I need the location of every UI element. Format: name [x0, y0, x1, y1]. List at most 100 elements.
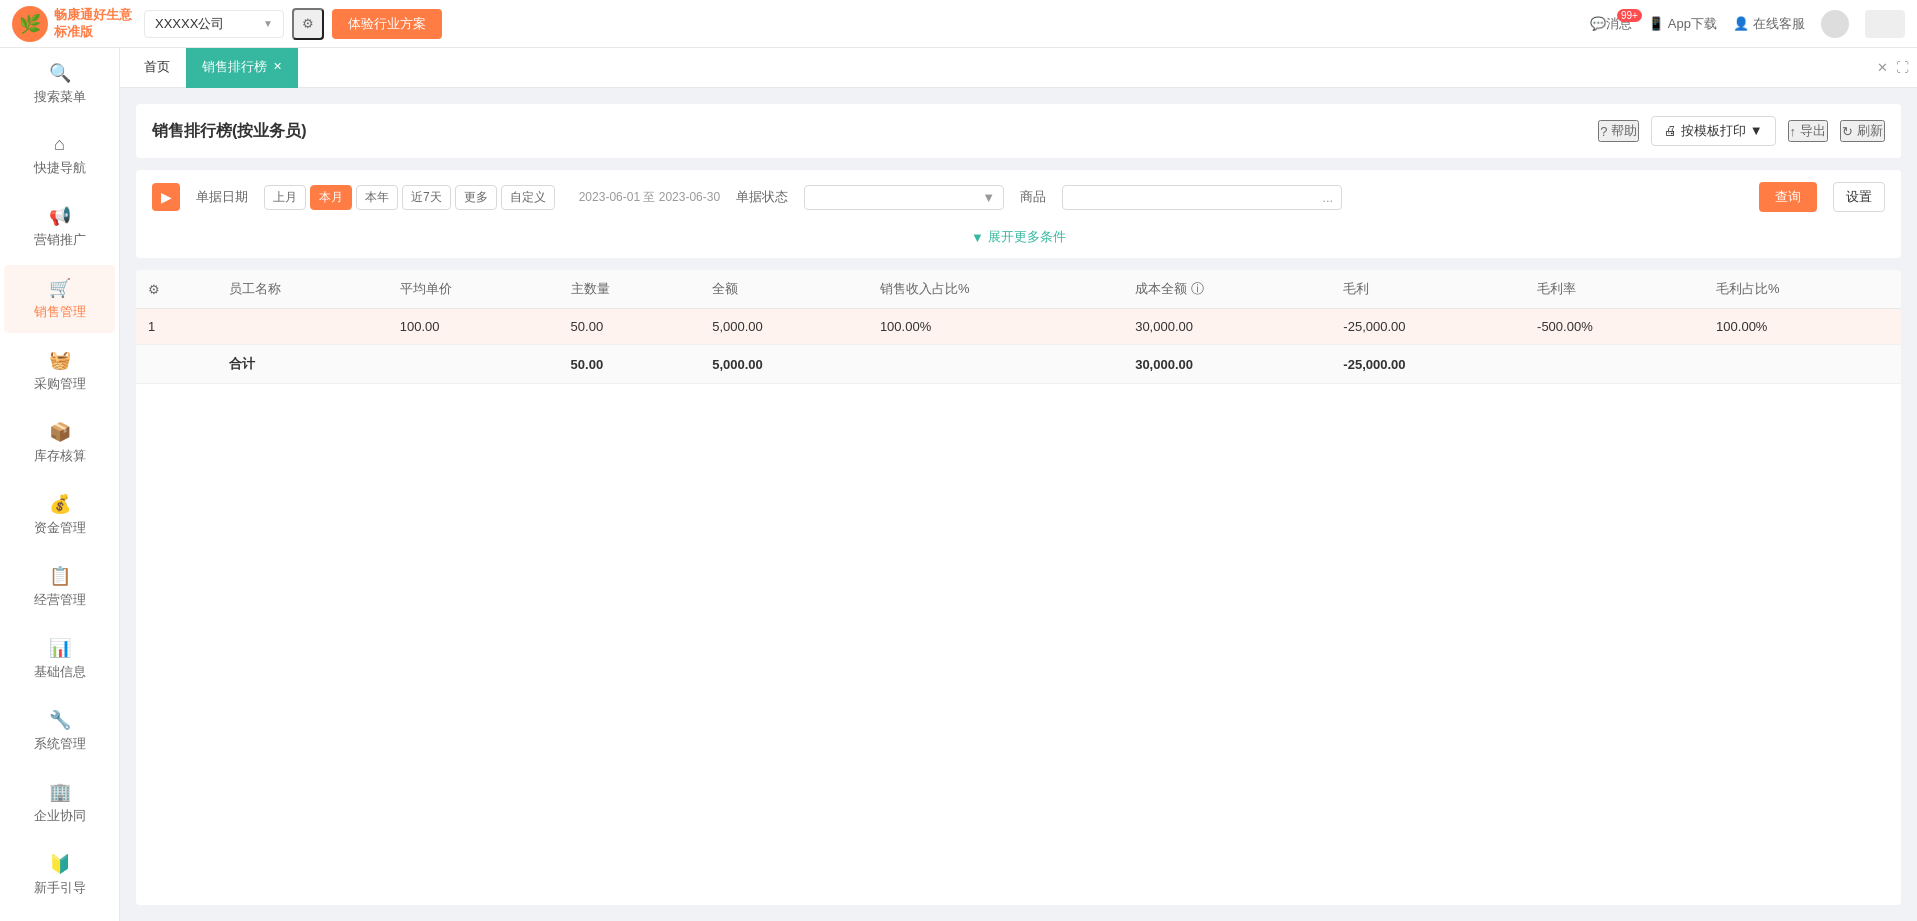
date-filter-group: 上月 本月 本年 近7天 更多 自定义	[264, 185, 555, 210]
help-btn[interactable]: ? 帮助	[1598, 120, 1639, 142]
notification-badge: 99+	[1617, 9, 1642, 22]
expand-conditions-btn[interactable]: ▼ 展开更多条件	[971, 228, 1066, 246]
marketing-icon: 📢	[49, 205, 71, 227]
goods-input[interactable]: ...	[1062, 185, 1342, 210]
tab-home[interactable]: 首页	[128, 48, 186, 88]
sidebar-item-marketing[interactable]: 📢 营销推广	[4, 193, 115, 261]
sidebar-item-label-search: 搜索菜单	[34, 88, 86, 106]
sidebar-item-finance[interactable]: 💰 资金管理	[4, 481, 115, 549]
footer-quantity: 50.00	[559, 345, 701, 384]
goods-more-icon: ...	[1322, 190, 1333, 205]
sidebar-item-guide[interactable]: 🔰 新手引导	[4, 841, 115, 909]
user-name-placeholder	[1865, 10, 1905, 38]
table-footer-row: 合计 50.00 5,000.00 30,000.00 -25,000.00	[136, 345, 1901, 384]
sidebar-item-label-system: 系统管理	[34, 735, 86, 753]
help-icon: ?	[1600, 124, 1607, 139]
query-btn[interactable]: 查询	[1759, 182, 1817, 212]
col-gross-pct: 毛利占比%	[1704, 270, 1901, 309]
sidebar-item-label-basic: 基础信息	[34, 663, 86, 681]
trial-button[interactable]: 体验行业方案	[332, 9, 442, 39]
sidebar-item-quicknav[interactable]: ⌂ 快捷导航	[4, 122, 115, 189]
sidebar-item-label-sales: 销售管理	[34, 303, 86, 321]
sidebar-item-search[interactable]: 🔍 搜索菜单	[4, 50, 115, 118]
footer-gross: -25,000.00	[1331, 345, 1525, 384]
tab-close-icon[interactable]: ✕	[273, 60, 282, 73]
settings-icon-btn[interactable]: ⚙	[292, 8, 324, 40]
online-service-btn[interactable]: 👤 在线客服	[1733, 15, 1805, 33]
arrow-right-icon: ▶	[161, 189, 172, 205]
logo-text: 畅康通好生意 标准版	[54, 7, 132, 41]
sidebar-item-label-company: 企业协同	[34, 807, 86, 825]
filter-expand-icon[interactable]: ▶	[152, 183, 180, 211]
sidebar-item-label-inventory: 库存核算	[34, 447, 86, 465]
page-actions: ? 帮助 🖨 按模板打印 ▼ ↑ 导出 ↻ 刷新	[1598, 116, 1885, 146]
sidebar-item-company[interactable]: 🏢 企业协同	[4, 769, 115, 837]
tab-sales-ranking[interactable]: 销售排行榜 ✕	[186, 48, 298, 88]
cell-rank: 1	[136, 309, 217, 345]
date-filter-label: 单据日期	[196, 188, 248, 206]
tab-window-controls: ✕ ⛶	[1877, 60, 1909, 75]
status-dropdown-icon: ▼	[982, 190, 995, 205]
cell-cost: 30,000.00	[1123, 309, 1331, 345]
sidebar-item-purchase[interactable]: 🧺 采购管理	[4, 337, 115, 405]
page-title: 销售排行榜(按业务员)	[152, 121, 307, 142]
sidebar-item-label-purchase: 采购管理	[34, 375, 86, 393]
template-print-btn[interactable]: 🖨 按模板打印 ▼	[1651, 116, 1775, 146]
col-employee: 员工名称	[217, 270, 388, 309]
settings-btn[interactable]: 设置	[1833, 182, 1885, 212]
page-header: 销售排行榜(按业务员) ? 帮助 🖨 按模板打印 ▼ ↑ 导出	[136, 104, 1901, 158]
export-btn[interactable]: ↑ 导出	[1788, 120, 1829, 142]
footer-gross-pct	[1704, 345, 1901, 384]
maximize-icon[interactable]: ⛶	[1896, 60, 1909, 75]
date-btn-custom[interactable]: 自定义	[501, 185, 555, 210]
refresh-btn[interactable]: ↻ 刷新	[1840, 120, 1885, 142]
status-filter-label: 单据状态	[736, 188, 788, 206]
content-area: 首页 销售排行榜 ✕ ✕ ⛶ 销售排行榜(按业务员) ? 帮助	[120, 48, 1917, 921]
refresh-icon: ↻	[1842, 124, 1853, 139]
online-service-label: 在线客服	[1753, 15, 1805, 33]
col-settings-icon: ⚙	[148, 282, 160, 297]
date-btn-this-year[interactable]: 本年	[356, 185, 398, 210]
operation-icon: 📋	[49, 565, 71, 587]
date-btn-last-month[interactable]: 上月	[264, 185, 306, 210]
app-download-label: App下载	[1668, 15, 1717, 33]
status-select[interactable]: ▼	[804, 185, 1004, 210]
sidebar-item-inventory[interactable]: 📦 库存核算	[4, 409, 115, 477]
sidebar-item-system[interactable]: 🔧 系统管理	[4, 697, 115, 765]
date-btn-this-month[interactable]: 本月	[310, 185, 352, 210]
sidebar-item-operation[interactable]: 📋 经营管理	[4, 553, 115, 621]
purchase-icon: 🧺	[49, 349, 71, 371]
date-btn-more[interactable]: 更多	[455, 185, 497, 210]
sidebar-item-basic[interactable]: 📊 基础信息	[4, 625, 115, 693]
sidebar-item-app[interactable]: 📱 应用中心	[4, 913, 115, 921]
table-row: 1 100.00 50.00 5,000.00 100.00% 30,000.0…	[136, 309, 1901, 345]
sidebar: 🔍 搜索菜单 ⌂ 快捷导航 📢 营销推广 🛒 销售管理 🧺 采购管理 📦 库存核…	[0, 48, 120, 921]
cell-gross-rate: -500.00%	[1525, 309, 1704, 345]
sidebar-item-label-operation: 经营管理	[34, 591, 86, 609]
company-selector[interactable]: XXXXX公司 ▼	[144, 10, 284, 38]
sidebar-item-sales[interactable]: 🛒 销售管理	[4, 265, 115, 333]
avatar[interactable]	[1821, 10, 1849, 38]
sidebar-item-label-marketing: 营销推广	[34, 231, 86, 249]
table-header-row: ⚙ 员工名称 平均单价 主数量 全额 销售收入占比% 成本全额 ⓘ 毛利 毛利率…	[136, 270, 1901, 309]
filter-row-1: ▶ 单据日期 上月 本月 本年 近7天 更多 自定义 2023-06-01 至 …	[152, 182, 1885, 212]
notification-btn[interactable]: 💬 消息 99+	[1590, 15, 1632, 33]
company-icon: 🏢	[49, 781, 71, 803]
cell-gross: -25,000.00	[1331, 309, 1525, 345]
logo-icon: 🌿	[12, 6, 48, 42]
search-icon: 🔍	[49, 62, 71, 84]
top-bar: 🌿 畅康通好生意 标准版 XXXXX公司 ▼ ⚙ 体验行业方案 💬 消息 99+…	[0, 0, 1917, 48]
cell-quantity: 50.00	[559, 309, 701, 345]
top-bar-right: 💬 消息 99+ 📱 App下载 👤 在线客服	[1590, 10, 1905, 38]
expand-conditions-label: 展开更多条件	[988, 228, 1066, 246]
footer-label	[136, 345, 217, 384]
table-area: ⚙ 员工名称 平均单价 主数量 全额 销售收入占比% 成本全额 ⓘ 毛利 毛利率…	[136, 270, 1901, 905]
minimize-icon[interactable]: ✕	[1877, 60, 1888, 75]
date-btn-7days[interactable]: 近7天	[402, 185, 451, 210]
app-download-btn[interactable]: 📱 App下载	[1648, 15, 1717, 33]
col-gross-rate: 毛利率	[1525, 270, 1704, 309]
data-table: ⚙ 员工名称 平均单价 主数量 全额 销售收入占比% 成本全额 ⓘ 毛利 毛利率…	[136, 270, 1901, 384]
company-name: XXXXX公司	[155, 15, 255, 33]
logo-area: 🌿 畅康通好生意 标准版	[12, 6, 132, 42]
export-icon: ↑	[1790, 124, 1797, 139]
